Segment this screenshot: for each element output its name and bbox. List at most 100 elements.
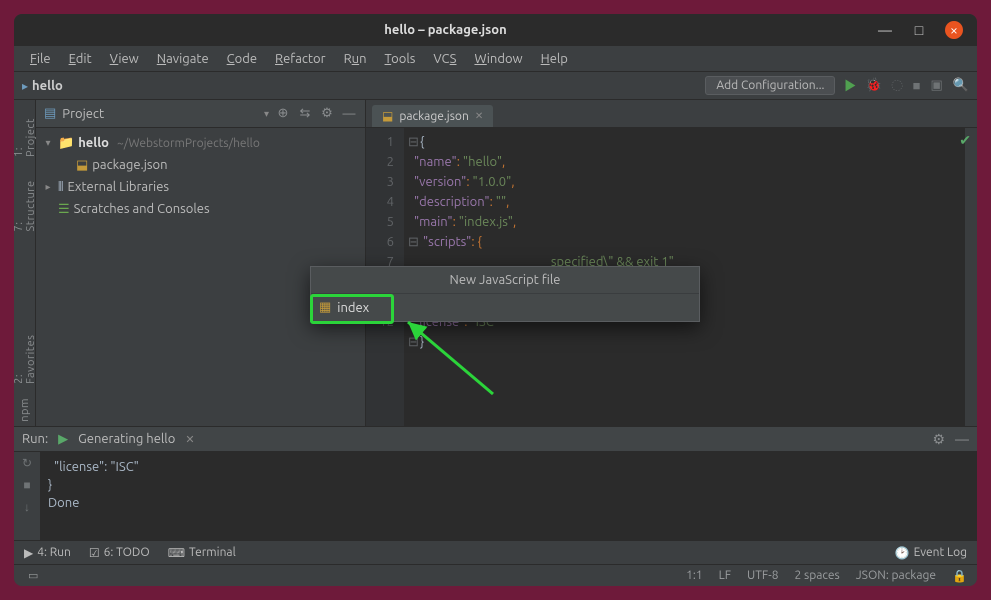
minimize-button[interactable]: — — [877, 22, 893, 38]
tool-eventlog[interactable]: 🕑Event Log — [895, 546, 967, 560]
run-output[interactable]: "license": "ISC" } Done — [40, 452, 977, 540]
line-num: 6 — [372, 232, 394, 252]
locate-icon[interactable]: ⊕ — [275, 106, 291, 121]
status-lang[interactable]: JSON: package — [856, 569, 936, 582]
menu-file[interactable]: File — [22, 50, 59, 68]
menu-refactor[interactable]: Refactor — [267, 50, 334, 68]
json-icon: ⬓ — [382, 109, 393, 123]
tree-file-label: package.json — [92, 158, 167, 172]
maximize-button[interactable]: □ — [911, 22, 927, 38]
breadcrumb-label: hello — [32, 79, 63, 93]
hide-icon[interactable]: — — [341, 107, 357, 121]
hide-icon[interactable]: — — [955, 431, 969, 447]
run-icon[interactable]: ▶ — [845, 77, 855, 95]
project-panel-title: Project — [62, 107, 258, 121]
tab-project[interactable]: 1: Project — [14, 104, 37, 161]
lock-icon[interactable]: 🔒 — [952, 569, 967, 583]
js-file-icon: ▦ — [319, 300, 331, 315]
status-encoding[interactable]: UTF-8 — [747, 569, 778, 582]
editor-tabs: ⬓ package.json ✕ — [366, 100, 977, 128]
menu-help[interactable]: Help — [533, 50, 576, 68]
run-play-icon[interactable]: ▶ — [58, 432, 68, 447]
stop-icon[interactable]: ■ — [23, 478, 30, 492]
menu-run[interactable]: Run — [336, 50, 375, 68]
menu-edit[interactable]: Edit — [61, 50, 100, 68]
chevron-down-icon[interactable]: ▾ — [264, 108, 269, 120]
scratch-icon: ☰ — [58, 202, 70, 217]
menu-code[interactable]: Code — [219, 50, 265, 68]
chevron-down-icon: ▾ — [42, 137, 54, 149]
tab-favorites[interactable]: 2: Favorites — [14, 321, 37, 388]
terminal-icon: ⌨ — [168, 546, 185, 560]
close-button[interactable]: × — [945, 21, 963, 39]
file-name-input[interactable] — [337, 301, 691, 315]
tool-terminal[interactable]: ⌨Terminal — [168, 546, 236, 560]
tool-window-bar: ▶4: Run ☑6: TODO ⌨Terminal 🕑Event Log — [14, 540, 977, 564]
menu-window[interactable]: Window — [466, 50, 530, 68]
status-caret: 1:1 — [686, 569, 703, 582]
project-panel-header: ▤ Project ▾ ⊕ ⇆ ⚙ — — [36, 100, 365, 128]
tool-run[interactable]: ▶4: Run — [24, 546, 71, 560]
tree-root[interactable]: ▾ 📁 hello ~/WebstormProjects/hello — [36, 132, 365, 154]
popup-input-row: ▦ — [311, 294, 699, 321]
titlebar: hello – package.json — □ × — [14, 14, 977, 46]
gear-icon[interactable]: ⚙ — [319, 106, 335, 121]
tool-todo[interactable]: ☑6: TODO — [89, 546, 150, 560]
add-configuration-button[interactable]: Add Configuration... — [705, 76, 835, 95]
bottom-panels: Run: ▶ Generating hello ✕ ⚙ — ↻ ■ ↓ "lic… — [14, 426, 977, 586]
close-tab-icon[interactable]: ✕ — [475, 110, 483, 122]
navbar: ▸ hello Add Configuration... ▶ 🐞 ◌ ■ ▣ 🔍 — [14, 72, 977, 100]
menubar: File Edit View Navigate Code Refactor Ru… — [14, 46, 977, 72]
line-num: 3 — [372, 172, 394, 192]
library-icon: ⫴ — [58, 180, 63, 195]
ide-window: hello – package.json — □ × File Edit Vie… — [14, 14, 977, 586]
menu-view[interactable]: View — [102, 50, 147, 68]
scrollbar[interactable] — [965, 128, 977, 426]
line-num: 1 — [372, 132, 394, 152]
run-toolbar: ↻ ■ ↓ — [14, 452, 40, 540]
tree-root-path: ~/WebstormProjects/hello — [117, 137, 260, 150]
tree-external-libraries[interactable]: ▸ ⫴ External Libraries — [36, 176, 365, 198]
editor-area: ⬓ package.json ✕ 1 2 3 4 5 6 7 10 11 — [366, 100, 977, 426]
layout-icon[interactable]: ▣ — [931, 78, 943, 93]
window-title: hello – package.json — [14, 23, 877, 37]
stop-icon[interactable]: ■ — [913, 78, 921, 93]
run-header: Run: ▶ Generating hello ✕ ⚙ — — [14, 426, 977, 452]
tab-npm[interactable]: npm — [19, 394, 31, 426]
tree-file-package-json[interactable]: ⬓ package.json — [36, 154, 365, 176]
window-controls: — □ × — [877, 21, 977, 39]
popup-title: New JavaScript file — [311, 267, 699, 294]
search-icon[interactable]: 🔍 — [953, 78, 969, 93]
close-icon[interactable]: ✕ — [185, 433, 194, 446]
editor-tab-package-json[interactable]: ⬓ package.json ✕ — [372, 105, 493, 127]
coverage-icon[interactable]: ◌ — [892, 79, 903, 93]
expand-icon[interactable]: ⇆ — [297, 106, 313, 121]
tree-scratches[interactable]: ☰ Scratches and Consoles — [36, 198, 365, 220]
breadcrumb[interactable]: ▸ hello — [22, 79, 63, 93]
main-area: 1: Project 7: Structure 2: Favorites npm… — [14, 100, 977, 426]
debug-icon[interactable]: 🐞 — [865, 78, 881, 93]
folder-icon: ▸ — [22, 79, 28, 93]
json-icon: ⬓ — [76, 158, 88, 173]
rerun-icon[interactable]: ↻ — [22, 456, 32, 470]
menu-tools[interactable]: Tools — [377, 50, 424, 68]
down-icon[interactable]: ↓ — [24, 500, 30, 514]
gear-icon[interactable]: ⚙ — [932, 431, 945, 448]
menu-vcs[interactable]: VCS — [425, 50, 464, 68]
tree-root-name: hello — [78, 136, 109, 150]
tree-scratches-label: Scratches and Consoles — [74, 202, 210, 216]
status-indent[interactable]: 2 spaces — [794, 569, 839, 582]
tab-structure[interactable]: 7: Structure — [14, 167, 37, 235]
editor-tab-label: package.json — [399, 110, 468, 123]
tree-external-label: External Libraries — [67, 180, 169, 194]
run-body: ↻ ■ ↓ "license": "ISC" } Done — [14, 452, 977, 540]
line-num: 2 — [372, 152, 394, 172]
status-line-ending[interactable]: LF — [719, 569, 731, 582]
status-bar: ▭ 1:1 LF UTF-8 2 spaces JSON: package 🔒 — [14, 564, 977, 586]
status-hint-icon[interactable]: ▭ — [28, 569, 38, 582]
run-label: Run: — [22, 432, 48, 446]
line-num: 5 — [372, 212, 394, 232]
menu-navigate[interactable]: Navigate — [149, 50, 217, 68]
run-icon: ▶ — [24, 546, 33, 560]
project-tree: ▾ 📁 hello ~/WebstormProjects/hello ⬓ pac… — [36, 128, 365, 224]
